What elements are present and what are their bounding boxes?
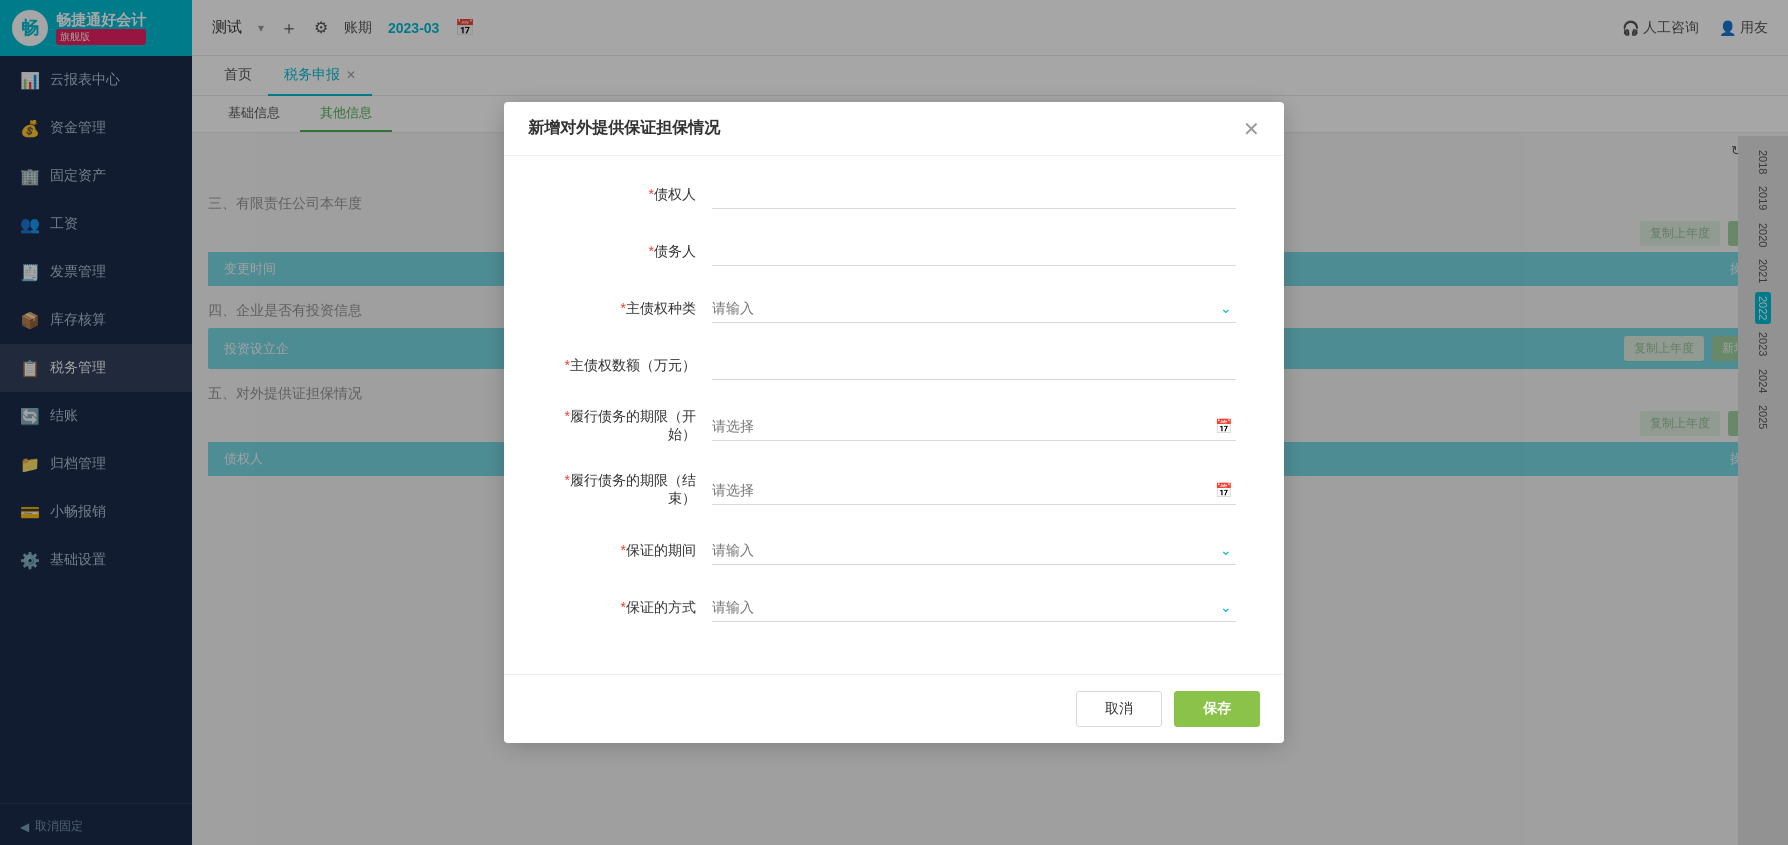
period-end-wrap[interactable]: 📅 — [712, 476, 1236, 505]
form-row-period-end: *履行债务的期限（结束） 📅 — [552, 472, 1236, 508]
add-guarantee-modal: 新增对外提供保证担保情况 ✕ *债权人 *债务人 — [504, 102, 1284, 743]
guarantee-period-label: *保证的期间 — [552, 542, 712, 560]
form-row-debtor: *债务人 — [552, 237, 1236, 266]
debtor-label: *债务人 — [552, 243, 712, 261]
modal-overlay: 新增对外提供保证担保情况 ✕ *债权人 *债务人 — [0, 0, 1788, 845]
form-row-debt-amount: *主债权数额（万元） — [552, 351, 1236, 380]
save-button[interactable]: 保存 — [1174, 691, 1260, 727]
form-row-debt-type: *主债权种类 ⌄ — [552, 294, 1236, 323]
debt-type-label: *主债权种类 — [552, 300, 712, 318]
period-start-label: *履行债务的期限（开始） — [552, 408, 712, 444]
modal-title: 新增对外提供保证担保情况 — [528, 118, 720, 139]
modal-body: *债权人 *债务人 *主债权种类 — [504, 156, 1284, 674]
period-start-calendar-icon[interactable]: 📅 — [1215, 418, 1232, 434]
guarantee-period-input[interactable] — [712, 536, 1236, 564]
debt-amount-wrap — [712, 351, 1236, 380]
period-start-wrap[interactable]: 📅 — [712, 412, 1236, 441]
cancel-button[interactable]: 取消 — [1076, 691, 1162, 727]
guarantee-method-chevron-icon[interactable]: ⌄ — [1220, 599, 1232, 615]
guarantee-method-input[interactable] — [712, 593, 1236, 621]
creditor-label: *债权人 — [552, 186, 712, 204]
modal-footer: 取消 保存 — [504, 674, 1284, 743]
creditor-wrap — [712, 180, 1236, 209]
debt-amount-input[interactable] — [712, 351, 1236, 380]
period-start-input[interactable] — [712, 412, 1236, 440]
guarantee-period-wrap[interactable]: ⌄ — [712, 536, 1236, 565]
debt-amount-label: *主债权数额（万元） — [552, 357, 712, 375]
debtor-wrap — [712, 237, 1236, 266]
modal-close-button[interactable]: ✕ — [1243, 119, 1260, 139]
form-row-guarantee-period: *保证的期间 ⌄ — [552, 536, 1236, 565]
debtor-input[interactable] — [712, 237, 1236, 266]
period-end-calendar-icon[interactable]: 📅 — [1215, 482, 1232, 498]
period-end-label: *履行债务的期限（结束） — [552, 472, 712, 508]
guarantee-method-label: *保证的方式 — [552, 599, 712, 617]
guarantee-method-wrap[interactable]: ⌄ — [712, 593, 1236, 622]
form-row-creditor: *债权人 — [552, 180, 1236, 209]
period-end-input[interactable] — [712, 476, 1236, 504]
form-row-guarantee-method: *保证的方式 ⌄ — [552, 593, 1236, 622]
modal-header: 新增对外提供保证担保情况 ✕ — [504, 102, 1284, 156]
guarantee-period-chevron-icon[interactable]: ⌄ — [1220, 542, 1232, 558]
debt-type-wrap[interactable]: ⌄ — [712, 294, 1236, 323]
creditor-input[interactable] — [712, 180, 1236, 209]
debt-type-chevron-icon[interactable]: ⌄ — [1220, 300, 1232, 316]
debt-type-input[interactable] — [712, 294, 1236, 322]
form-row-period-start: *履行债务的期限（开始） 📅 — [552, 408, 1236, 444]
